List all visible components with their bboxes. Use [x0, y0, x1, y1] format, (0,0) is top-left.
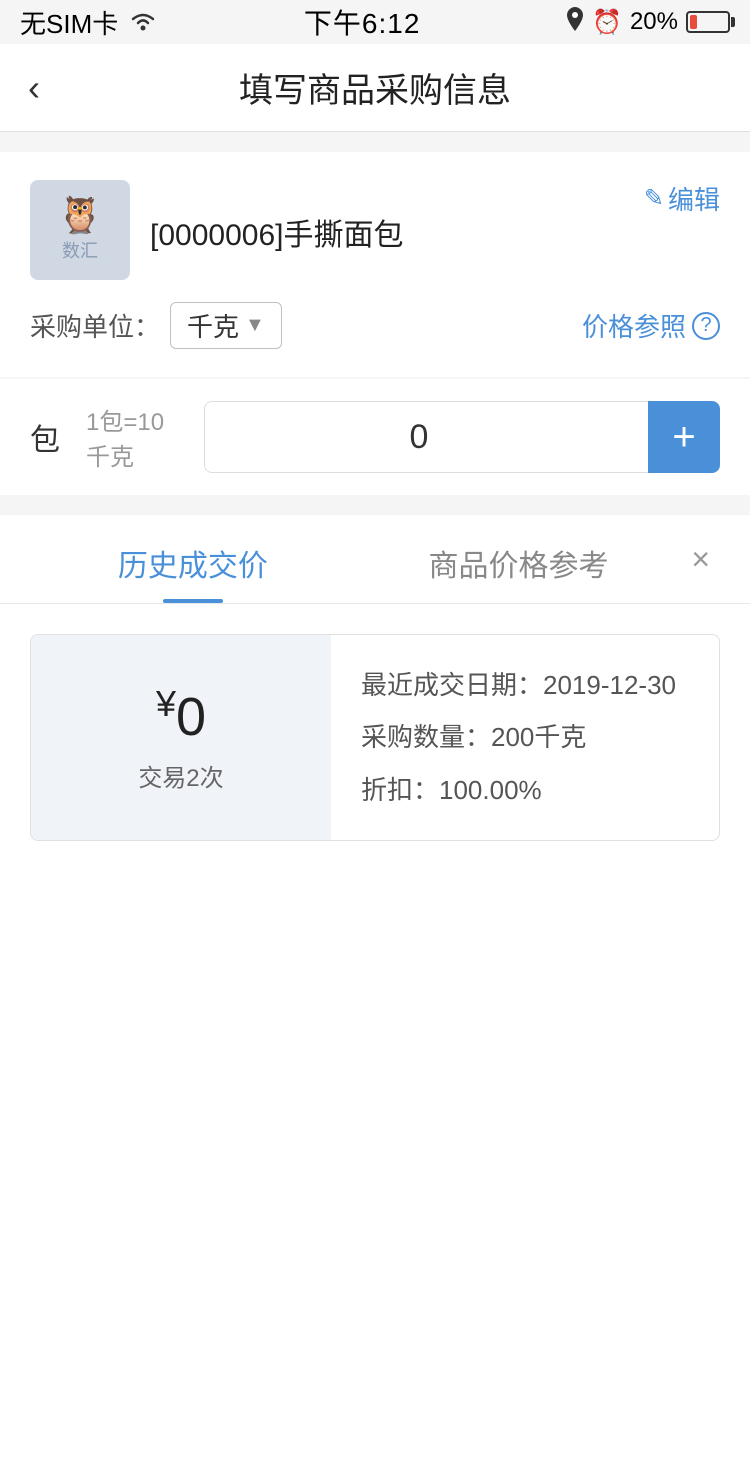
product-name: [0000006]手撕面包	[150, 210, 403, 254]
tabs-header: 历史成交价 商品价格参考 ×	[0, 515, 750, 604]
network-label: 无SIM卡	[20, 4, 118, 41]
tabs-panel: 历史成交价 商品价格参考 × ¥0 交易2次 最近成交日期：2019-12-30…	[0, 515, 750, 871]
nav-bar: ‹ 填写商品采购信息	[0, 44, 750, 132]
status-right: ⏰ 20%	[566, 7, 730, 38]
purchase-unit-row: 采购单位： 千克 ▼ 价格参照 ?	[30, 302, 720, 349]
status-bar: 无SIM卡 下午6:12 ⏰ 20%	[0, 0, 750, 44]
history-detail-panel: 最近成交日期：2019-12-30 采购数量：200千克 折扣：100.00%	[331, 635, 719, 840]
product-logo-label: 数汇	[62, 237, 98, 263]
purchase-qty-row: 采购数量：200千克	[361, 719, 689, 755]
status-left: 无SIM卡	[20, 4, 158, 41]
wifi-icon	[128, 7, 158, 38]
product-left: 🦉 数汇 [0000006]手撕面包	[30, 180, 403, 280]
history-price-panel: ¥0 交易2次	[31, 635, 331, 840]
tab-product-price-reference[interactable]: 商品价格参考	[356, 515, 682, 603]
battery-icon	[686, 11, 730, 33]
tabs-close-button[interactable]: ×	[681, 531, 720, 588]
purchase-qty-value: 200千克	[491, 722, 586, 752]
history-card: ¥0 交易2次 最近成交日期：2019-12-30 采购数量：200千克 折扣：…	[30, 634, 720, 841]
page-title: 填写商品采购信息	[239, 63, 511, 112]
product-card: 🦉 数汇 [0000006]手撕面包 ✎ 编辑 采购单位： 千克 ▼ 价格参照 …	[0, 152, 750, 377]
quantity-input[interactable]	[204, 401, 648, 473]
alarm-icon: ⏰	[592, 8, 622, 37]
edit-icon: ✎	[644, 184, 664, 213]
discount-label: 折扣：	[361, 775, 439, 805]
tab-history-price[interactable]: 历史成交价	[30, 515, 356, 603]
quantity-unit-label: 包	[30, 415, 60, 459]
history-price-value: ¥0	[156, 683, 206, 748]
quantity-row: 包 1包=10千克 +	[0, 379, 750, 495]
recent-date-row: 最近成交日期：2019-12-30	[361, 667, 689, 703]
tab-content: ¥0 交易2次 最近成交日期：2019-12-30 采购数量：200千克 折扣：…	[0, 604, 750, 871]
dropdown-arrow-icon: ▼	[245, 314, 265, 337]
unit-conversion-label: 1包=10千克	[86, 402, 184, 472]
product-logo: 🦉	[58, 197, 103, 233]
unit-value: 千克	[187, 307, 239, 344]
unit-select-dropdown[interactable]: 千克 ▼	[170, 302, 282, 349]
discount-row: 折扣：100.00%	[361, 772, 689, 808]
recent-date-label: 最近成交日期：	[361, 670, 543, 700]
unit-selector-wrap: 采购单位： 千克 ▼	[30, 302, 282, 349]
location-icon	[566, 7, 584, 38]
help-icon: ?	[692, 312, 720, 340]
product-top: 🦉 数汇 [0000006]手撕面包 ✎ 编辑	[30, 180, 720, 280]
yuan-symbol: ¥	[156, 683, 176, 724]
price-reference-button[interactable]: 价格参照 ?	[582, 307, 720, 344]
quantity-plus-button[interactable]: +	[648, 401, 720, 473]
battery-percent: 20%	[630, 8, 678, 36]
purchase-qty-label: 采购数量：	[361, 722, 491, 752]
product-image: 🦉 数汇	[30, 180, 130, 280]
discount-value: 100.00%	[439, 775, 542, 805]
bottom-area	[0, 871, 750, 1471]
recent-date-value: 2019-12-30	[543, 670, 676, 700]
status-time: 下午6:12	[304, 2, 421, 42]
back-button[interactable]: ‹	[28, 67, 40, 109]
quantity-input-wrap: +	[204, 401, 720, 473]
unit-label: 采购单位：	[30, 307, 160, 344]
product-name-wrap: [0000006]手撕面包	[150, 206, 403, 254]
edit-button[interactable]: ✎ 编辑	[644, 180, 720, 217]
history-trade-count: 交易2次	[138, 758, 223, 793]
